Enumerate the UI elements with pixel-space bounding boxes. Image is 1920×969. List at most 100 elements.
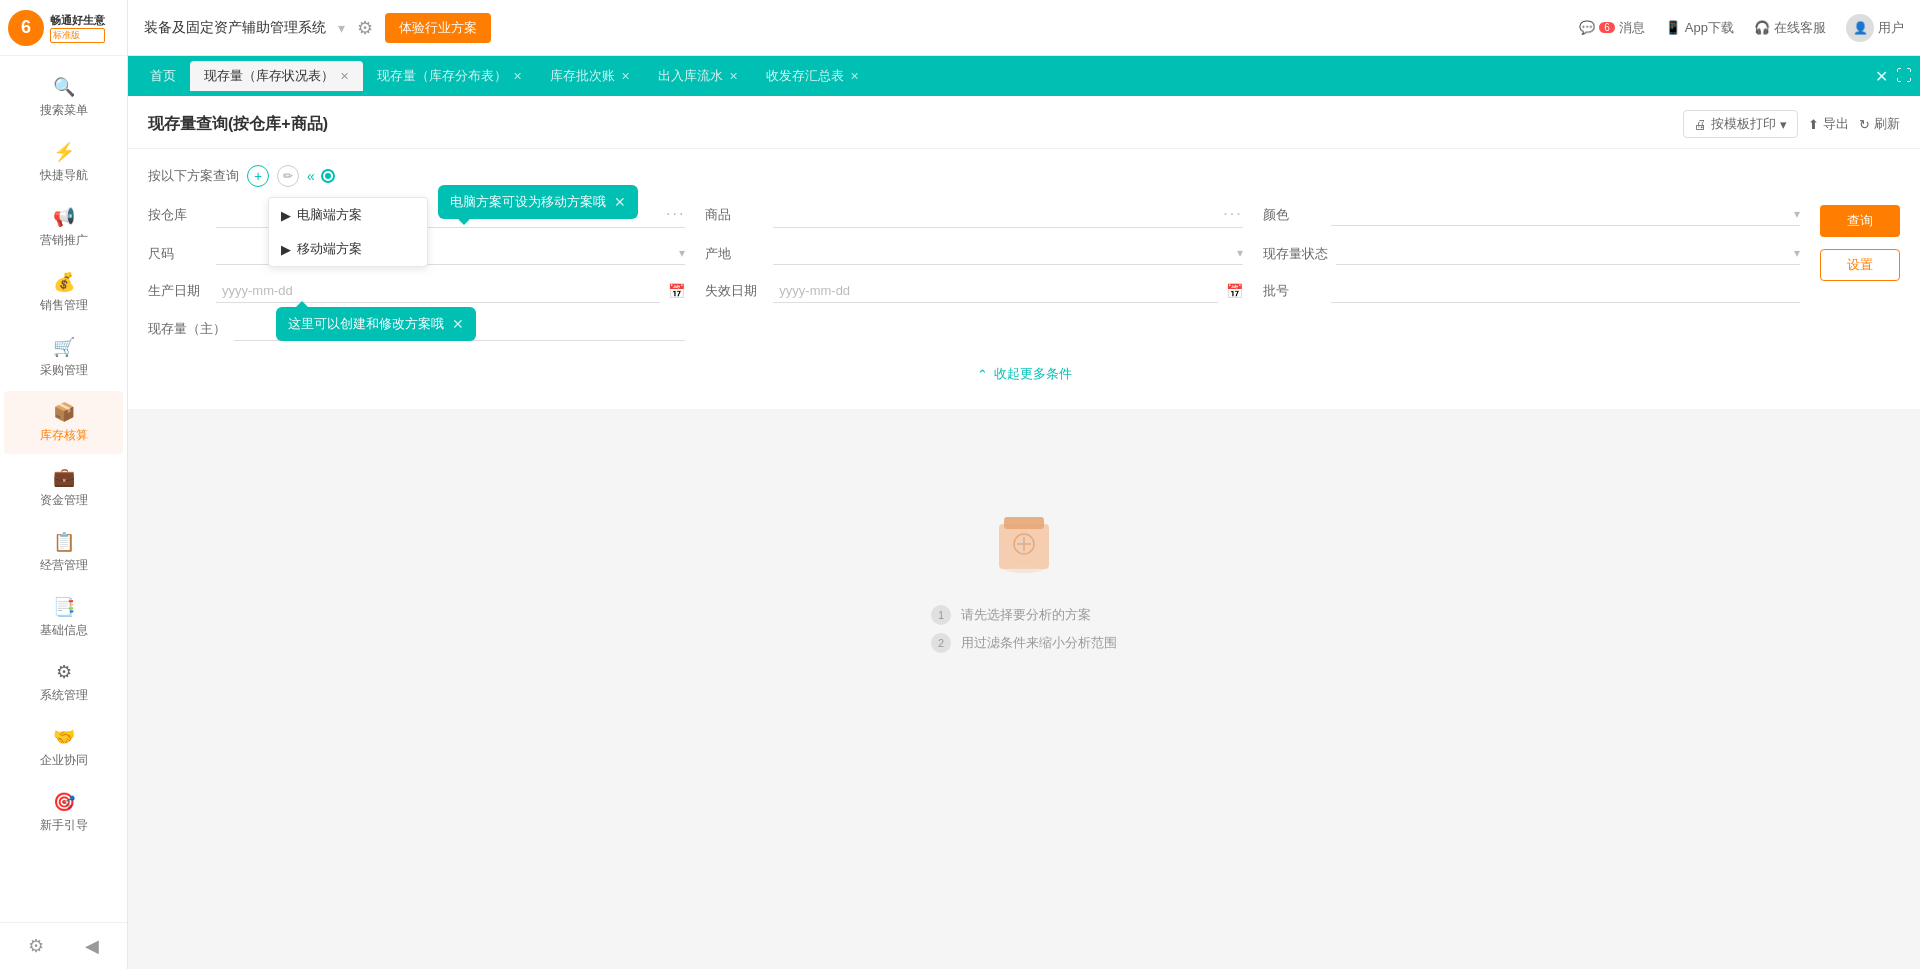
filter-product-control[interactable]: ··· — [773, 201, 1242, 228]
search-nav-icon: 🔍 — [53, 76, 75, 98]
sidebar-nav: 🔍 搜索菜单 ⚡ 快捷导航 📢 营销推广 💰 销售管理 🛒 采购管理 📦 库存核… — [0, 56, 127, 922]
product-dots-icon[interactable]: ··· — [1223, 205, 1242, 223]
tab-close-all-icon[interactable]: ✕ — [1875, 67, 1888, 86]
sidebar-label-quick-nav: 快捷导航 — [40, 167, 88, 184]
export-label: 导出 — [1823, 115, 1849, 133]
sidebar-item-system[interactable]: ⚙ 系统管理 — [4, 651, 123, 714]
tab-inout-flow[interactable]: 出入库流水 ✕ — [644, 61, 752, 91]
tab-label-batch-account: 库存批次账 — [550, 67, 615, 85]
filter-area: 按以下方案查询 + ✏ « 电脑方案可设为移动方案哦 ✕ ▶ 电脑端方案 — [128, 149, 1920, 409]
empty-step-2: 2 用过滤条件来缩小分析范围 — [931, 633, 1117, 653]
filter-dot-indicator — [323, 171, 333, 181]
warehouse-dots-icon[interactable]: ··· — [666, 205, 685, 223]
sidebar-item-cooperation[interactable]: 🤝 企业协同 — [4, 716, 123, 779]
size-chevron-icon[interactable]: ▾ — [679, 246, 685, 260]
sidebar-item-inventory[interactable]: 📦 库存核算 — [4, 391, 123, 454]
scheme-desktop-label: 电脑端方案 — [297, 206, 362, 224]
content-area: 现存量查询(按仓库+商品) 🖨 按模板打印 ▾ ⬆ 导出 ↻ 刷新 — [128, 96, 1920, 969]
sidebar-item-operations[interactable]: 📋 经营管理 — [4, 521, 123, 584]
scheme-mobile[interactable]: ▶ 移动端方案 — [269, 232, 427, 266]
sidebar: 6 畅通好生意 标准版 🔍 搜索菜单 ⚡ 快捷导航 📢 营销推广 💰 销售管理 … — [0, 0, 128, 969]
tab-home[interactable]: 首页 — [136, 61, 190, 91]
topbar-message[interactable]: 💬 6 消息 — [1579, 19, 1645, 37]
expire-date-calendar-icon[interactable]: 📅 — [1226, 283, 1243, 299]
industry-btn[interactable]: 体验行业方案 — [385, 13, 491, 43]
filter-expire-date-input[interactable] — [773, 279, 1217, 303]
app-badge: 标准版 — [50, 28, 105, 43]
filter-produce-date-input[interactable] — [216, 279, 660, 303]
filter-field-batch-no: 批号 — [1263, 279, 1800, 303]
sidebar-label-finance: 资金管理 — [40, 492, 88, 509]
empty-illustration — [974, 489, 1074, 589]
tooltip-scheme-close[interactable]: ✕ — [614, 194, 626, 210]
color-chevron-icon[interactable]: ▾ — [1794, 207, 1800, 221]
refresh-button[interactable]: ↻ 刷新 — [1859, 115, 1900, 133]
collapse-up-icon: ⌃ — [977, 367, 988, 382]
system-name: 装备及固定资产辅助管理系统 — [144, 19, 326, 37]
sidebar-item-quick-nav[interactable]: ⚡ 快捷导航 — [4, 131, 123, 194]
tab-close-batch-account[interactable]: ✕ — [621, 70, 630, 83]
topbar-online-service[interactable]: 🎧 在线客服 — [1754, 19, 1826, 37]
origin-chevron-icon[interactable]: ▾ — [1237, 246, 1243, 260]
tab-close-inventory-dist[interactable]: ✕ — [513, 70, 522, 83]
tooltip-create-hint: 这里可以创建和修改方案哦 ✕ — [276, 307, 476, 341]
inv-status-chevron-icon[interactable]: ▾ — [1794, 246, 1800, 260]
tab-fullscreen-icon[interactable]: ⛶ — [1896, 67, 1912, 85]
refresh-label: 刷新 — [1874, 115, 1900, 133]
sidebar-item-base-info[interactable]: 📑 基础信息 — [4, 586, 123, 649]
scheme-desktop[interactable]: ▶ 电脑端方案 — [269, 198, 427, 232]
tab-recv-summary[interactable]: 收发存汇总表 ✕ — [752, 61, 873, 91]
topbar-user[interactable]: 👤 用户 — [1846, 14, 1904, 42]
scheme-mobile-label: 移动端方案 — [297, 240, 362, 258]
settings-icon[interactable]: ⚙ — [28, 935, 44, 957]
topbar-app-download[interactable]: 📱 App下载 — [1665, 19, 1734, 37]
sidebar-item-purchase[interactable]: 🛒 采购管理 — [4, 326, 123, 389]
sidebar-item-marketing[interactable]: 📢 营销推广 — [4, 196, 123, 259]
filter-color-control[interactable]: ▾ — [1331, 203, 1800, 226]
tooltip-create-close[interactable]: ✕ — [452, 316, 464, 332]
sidebar-bottom: ⚙ ◀ — [0, 922, 127, 969]
filter-inv-status-control[interactable]: ▾ — [1336, 242, 1800, 265]
filter-add-button[interactable]: + — [247, 165, 269, 187]
topbar-settings-icon[interactable]: ⚙ — [357, 17, 373, 39]
export-button[interactable]: ⬆ 导出 — [1808, 115, 1849, 133]
filter-label-warehouse: 按仓库 — [148, 206, 208, 224]
tab-close-recv-summary[interactable]: ✕ — [850, 70, 859, 83]
sidebar-item-guide[interactable]: 🎯 新手引导 — [4, 781, 123, 844]
filter-edit-button[interactable]: ✏ — [277, 165, 299, 187]
empty-state: 1 请先选择要分析的方案 2 用过滤条件来缩小分析范围 — [128, 409, 1920, 733]
search-button[interactable]: 查询 — [1820, 205, 1900, 237]
filter-label-product: 商品 — [705, 206, 765, 224]
produce-date-calendar-icon[interactable]: 📅 — [668, 283, 685, 299]
sidebar-label-operations: 经营管理 — [40, 557, 88, 574]
filter-back-button[interactable]: « — [307, 168, 315, 184]
filter-label-produce-date: 生产日期 — [148, 282, 208, 300]
tab-inventory-dist[interactable]: 现存量（库存分布表） ✕ — [363, 61, 536, 91]
filter-field-inv-status: 现存量状态 ▾ — [1263, 242, 1800, 265]
collapse-sidebar-icon[interactable]: ◀ — [85, 935, 99, 957]
message-label: 消息 — [1619, 19, 1645, 37]
collapse-bar[interactable]: ⌃ 收起更多条件 — [148, 355, 1900, 393]
template-print-label: 按模板打印 — [1711, 115, 1776, 133]
phone-icon: 📱 — [1665, 20, 1681, 35]
tab-close-inventory-status[interactable]: ✕ — [340, 70, 349, 83]
tab-batch-account[interactable]: 库存批次账 ✕ — [536, 61, 644, 91]
tab-inventory-status[interactable]: 现存量（库存状况表） ✕ — [190, 61, 363, 91]
sidebar-item-sales[interactable]: 💰 销售管理 — [4, 261, 123, 324]
sidebar-item-finance[interactable]: 💼 资金管理 — [4, 456, 123, 519]
purchase-icon: 🛒 — [53, 336, 75, 358]
page-actions: 🖨 按模板打印 ▾ ⬆ 导出 ↻ 刷新 — [1683, 110, 1900, 138]
reset-button[interactable]: 设置 — [1820, 249, 1900, 281]
sidebar-label-sales: 销售管理 — [40, 297, 88, 314]
filter-batch-no-input[interactable] — [1331, 279, 1800, 303]
filter-origin-control[interactable]: ▾ — [773, 242, 1242, 265]
template-dropdown-icon[interactable]: ▾ — [1780, 117, 1787, 132]
filter-label-origin: 产地 — [705, 245, 765, 263]
message-icon: 💬 — [1579, 20, 1595, 35]
template-print-button[interactable]: 🖨 按模板打印 ▾ — [1683, 110, 1798, 138]
sidebar-item-search[interactable]: 🔍 搜索菜单 — [4, 66, 123, 129]
topbar: 装备及固定资产辅助管理系统 ▾ ⚙ 体验行业方案 💬 6 消息 📱 App下载 … — [128, 0, 1920, 56]
user-label: 用户 — [1878, 19, 1904, 37]
tab-close-inout-flow[interactable]: ✕ — [729, 70, 738, 83]
topbar-dropdown-icon[interactable]: ▾ — [338, 20, 345, 36]
